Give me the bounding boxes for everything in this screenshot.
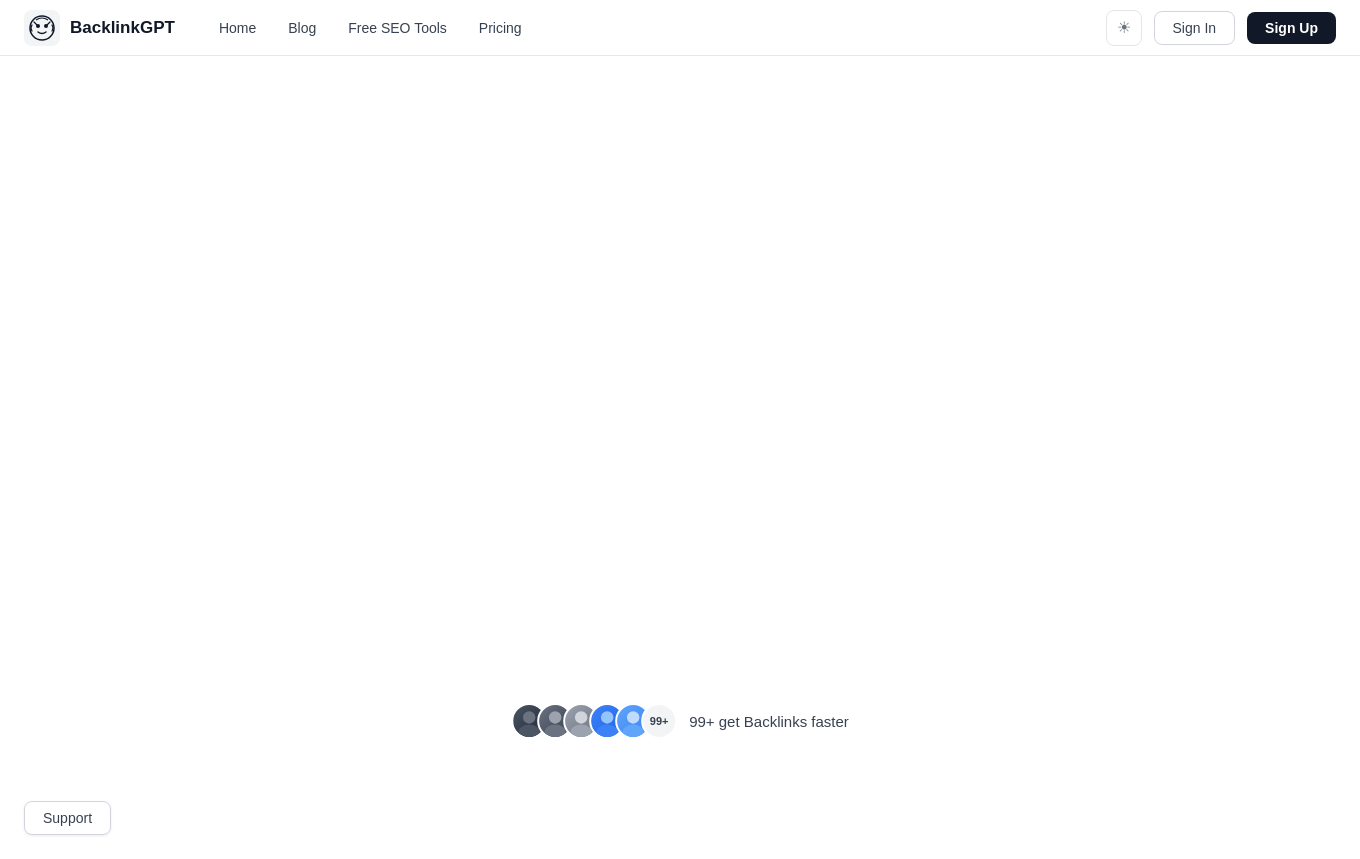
nav-link-free-seo-tools[interactable]: Free SEO Tools	[336, 14, 459, 42]
brand-logo-link[interactable]: BacklinkGPT	[24, 10, 175, 46]
social-proof-strip: 99+ 99+ get Backlinks faster	[511, 703, 849, 739]
avatar-group: 99+	[511, 703, 677, 739]
brand-name: BacklinkGPT	[70, 18, 175, 38]
svg-point-11	[596, 725, 617, 739]
main-content: 99+ 99+ get Backlinks faster	[0, 56, 1360, 859]
svg-point-10	[601, 711, 613, 723]
nav-links: Home Blog Free SEO Tools Pricing	[207, 14, 534, 42]
svg-point-4	[523, 711, 535, 723]
svg-point-8	[575, 711, 587, 723]
sun-icon: ☀	[1117, 18, 1131, 37]
theme-toggle-button[interactable]: ☀	[1106, 10, 1142, 46]
navbar: BacklinkGPT Home Blog Free SEO Tools Pri…	[0, 0, 1360, 56]
nav-link-blog[interactable]: Blog	[276, 14, 328, 42]
svg-point-5	[518, 725, 539, 739]
brand-logo-icon	[24, 10, 60, 46]
sign-in-button[interactable]: Sign In	[1154, 11, 1236, 45]
navbar-right: ☀ Sign In Sign Up	[1106, 10, 1336, 46]
sign-up-button[interactable]: Sign Up	[1247, 12, 1336, 44]
svg-point-13	[622, 725, 643, 739]
svg-point-6	[549, 711, 561, 723]
social-proof-text: 99+ get Backlinks faster	[689, 713, 849, 730]
svg-point-9	[570, 725, 591, 739]
svg-point-7	[544, 725, 565, 739]
support-button[interactable]: Support	[24, 801, 111, 835]
navbar-left: BacklinkGPT Home Blog Free SEO Tools Pri…	[24, 10, 534, 46]
nav-link-home[interactable]: Home	[207, 14, 268, 42]
nav-link-pricing[interactable]: Pricing	[467, 14, 534, 42]
svg-point-12	[627, 711, 639, 723]
avatar-count-badge: 99+	[641, 703, 677, 739]
